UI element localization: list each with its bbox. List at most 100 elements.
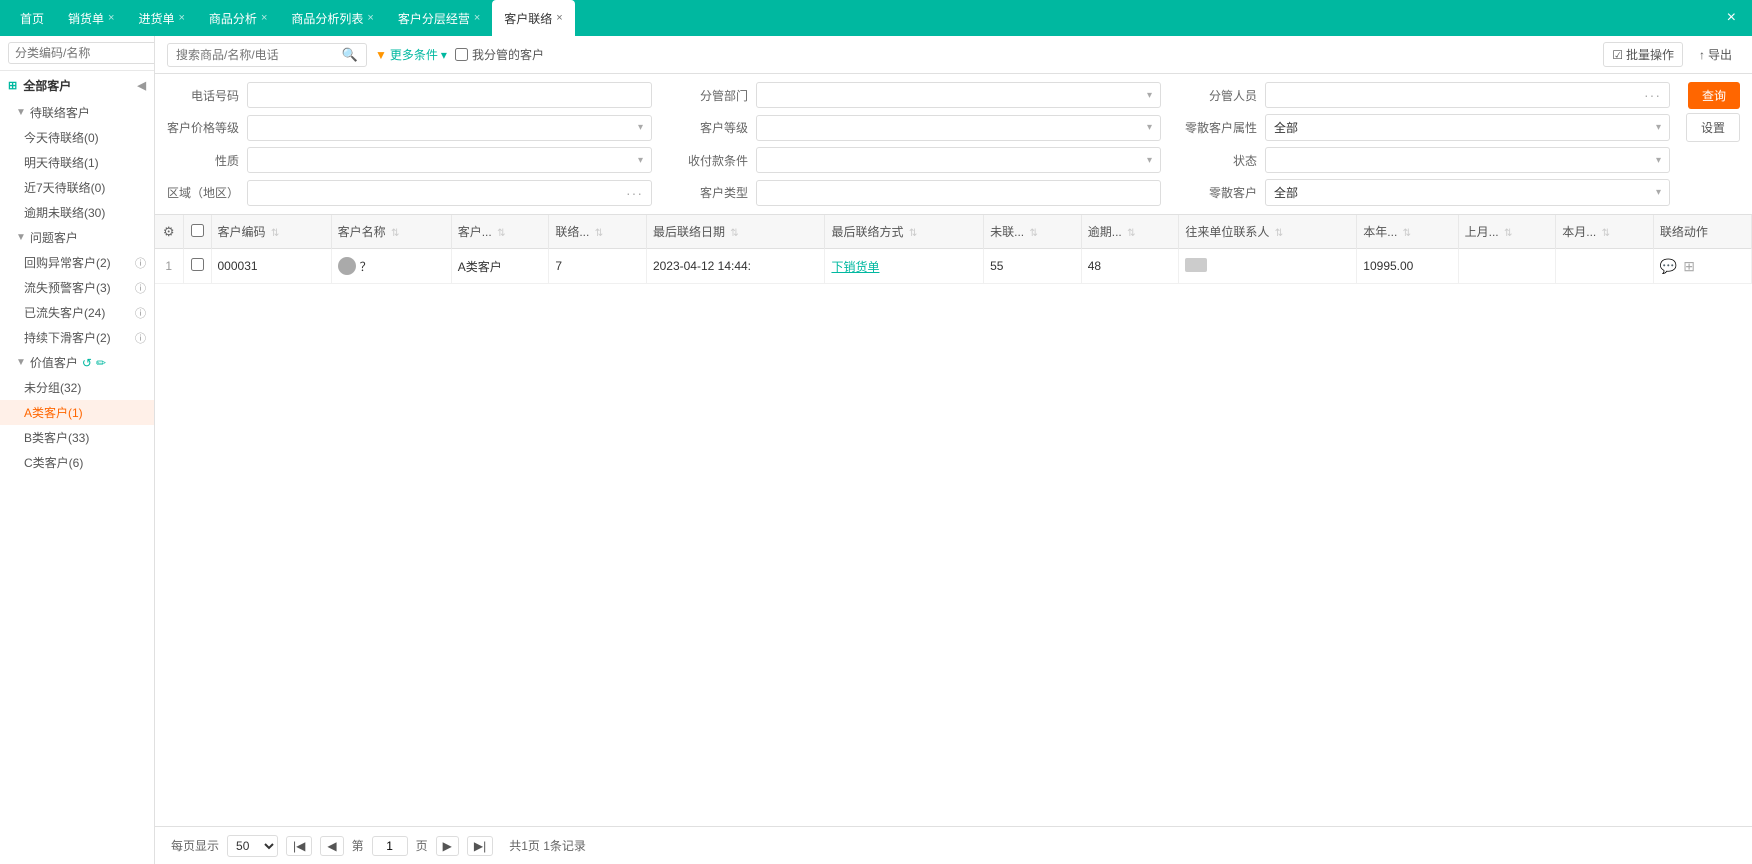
next-page-button[interactable]: ▶: [436, 836, 459, 856]
sort-icon-year[interactable]: ⇅: [1403, 228, 1411, 239]
customer-type-input[interactable]: [756, 180, 1161, 206]
nature-select[interactable]: ▾: [247, 147, 652, 173]
sidebar-collapse-btn[interactable]: ◀: [138, 79, 146, 92]
nav-product-analysis-close[interactable]: ×: [261, 12, 267, 24]
sidebar-item-churned[interactable]: 已流失客户(24) ⓘ: [0, 300, 154, 325]
filter-cell-customer-level: 客户等级 ▾: [676, 115, 1161, 141]
sort-icon-no-contact[interactable]: ⇅: [1029, 228, 1037, 239]
nav-customer-contact[interactable]: 客户联络 ×: [492, 0, 574, 36]
sort-icon-method[interactable]: ⇅: [909, 228, 917, 239]
sort-icon-person[interactable]: ⇅: [1275, 228, 1283, 239]
settings-button[interactable]: 设置: [1686, 113, 1740, 142]
filter-grid: 电话号码 分管部门 ▾ 分管人员: [167, 82, 1670, 206]
edit-group-icon[interactable]: ✏: [96, 356, 106, 370]
th-last-contact-method: 最后联络方式 ⇅: [825, 215, 984, 249]
th-no-contact: 未联... ⇅: [984, 215, 1082, 249]
sidebar-item-unclassified[interactable]: 未分组(32): [0, 375, 154, 400]
filter-cell-price-level: 客户价格等级 ▾: [167, 115, 652, 141]
row-select-checkbox[interactable]: [191, 258, 204, 271]
ellipsis-icon: ···: [1644, 87, 1661, 103]
status-select[interactable]: ▾: [1265, 147, 1670, 173]
page-input[interactable]: [372, 836, 408, 856]
filter-cell-retail-attr: 零散客户属性 全部 ▾: [1185, 114, 1670, 141]
search-icon[interactable]: 🔍: [342, 47, 358, 63]
last-contact-link[interactable]: 下销货单: [831, 260, 879, 274]
sort-icon-overdue[interactable]: ⇅: [1127, 228, 1135, 239]
qr-icon[interactable]: ⊞: [1683, 258, 1695, 275]
advanced-filter: 电话号码 分管部门 ▾ 分管人员: [155, 74, 1752, 215]
sort-icon-last-month[interactable]: ⇅: [1504, 228, 1512, 239]
th-this-month: 本月... ⇅: [1556, 215, 1654, 249]
nav-customer-contact-close[interactable]: ×: [556, 12, 562, 24]
sidebar-item-c-class[interactable]: C类客户(6): [0, 450, 154, 475]
sidebar: 🔍 ⊞ 全部客户 ◀ ▼ 待联络客户 今天待联络(0) 明天待联络(1) 近7天…: [0, 36, 155, 864]
retail-select[interactable]: 全部 ▾: [1265, 179, 1670, 206]
filter-row-1: 电话号码 分管部门 ▾ 分管人员: [167, 82, 1670, 108]
export-button[interactable]: ↑ 导出: [1691, 43, 1740, 66]
sidebar-item-today-contact[interactable]: 今天待联络(0): [0, 125, 154, 150]
close-all-tabs[interactable]: ×: [1719, 5, 1744, 31]
my-customer-checkbox[interactable]: [455, 48, 468, 61]
sort-icon-date[interactable]: ⇅: [730, 228, 738, 239]
nav-purchase-order-close[interactable]: ×: [178, 12, 184, 24]
sidebar-item-overdue-contact[interactable]: 逾期未联络(30): [0, 200, 154, 225]
sidebar-all-customers[interactable]: ⊞ 全部客户 ◀: [0, 71, 154, 100]
refresh-icon[interactable]: ↺: [82, 356, 92, 370]
sidebar-group-problem[interactable]: ▼ 问题客户: [0, 225, 154, 250]
first-page-button[interactable]: |◀: [286, 836, 312, 856]
nav-product-analysis-list-close[interactable]: ×: [367, 12, 373, 24]
batch-op-button[interactable]: ☑ 批量操作: [1603, 42, 1683, 67]
sidebar-item-a-class[interactable]: A类客户(1): [0, 400, 154, 425]
customer-level-select[interactable]: ▾: [756, 115, 1161, 141]
per-page-select[interactable]: 50 100 200: [227, 835, 278, 857]
nav-customer-tier[interactable]: 客户分层经营 ×: [386, 0, 492, 36]
sidebar-item-declining[interactable]: 持续下滑客户(2) ⓘ: [0, 325, 154, 350]
prev-page-button[interactable]: ◀: [320, 836, 343, 856]
th-action: 联络动作: [1653, 215, 1751, 249]
payment-select[interactable]: ▾: [756, 147, 1161, 173]
grid-icon: ⊞: [8, 79, 17, 92]
no-contact-days: 55: [984, 249, 1082, 284]
this-month-amount: [1556, 249, 1654, 284]
price-level-select[interactable]: ▾: [247, 115, 652, 141]
query-button[interactable]: 查询: [1688, 82, 1740, 109]
chevron-down-icon-retail: ▾: [1656, 122, 1661, 133]
sidebar-item-b-class[interactable]: B类客户(33): [0, 425, 154, 450]
search-input[interactable]: [176, 48, 342, 62]
nav-product-analysis[interactable]: 商品分析 ×: [197, 0, 279, 36]
sort-icon-code[interactable]: ⇅: [271, 228, 279, 239]
phone-input[interactable]: [247, 82, 652, 108]
sidebar-group-value[interactable]: ▼ 价值客户 ↺ ✏: [0, 350, 154, 375]
nav-sales-order-close[interactable]: ×: [108, 12, 114, 24]
nav-purchase-order[interactable]: 进货单 ×: [126, 0, 196, 36]
export-icon: ↑: [1699, 48, 1705, 62]
message-icon[interactable]: 💬: [1660, 258, 1677, 275]
sort-icon-name[interactable]: ⇅: [391, 228, 399, 239]
more-filter-button[interactable]: ▼ 更多条件 ▾: [375, 46, 447, 63]
nav-home[interactable]: 首页: [8, 0, 56, 36]
sidebar-group-pending[interactable]: ▼ 待联络客户: [0, 100, 154, 125]
person-input[interactable]: ···: [1265, 82, 1670, 108]
sidebar-search-input[interactable]: [8, 42, 155, 64]
nav-customer-tier-close[interactable]: ×: [474, 12, 480, 24]
retail-attr-select[interactable]: 全部 ▾: [1265, 114, 1670, 141]
dept-select[interactable]: ▾: [756, 82, 1161, 108]
sidebar-item-7day-contact[interactable]: 近7天待联络(0): [0, 175, 154, 200]
sort-icon-contact[interactable]: ⇅: [595, 228, 603, 239]
nav-sales-order[interactable]: 销货单 ×: [56, 0, 126, 36]
chevron-down-icon-nature: ▾: [638, 155, 643, 166]
sidebar-item-tomorrow-contact[interactable]: 明天待联络(1): [0, 150, 154, 175]
sidebar-item-repurchase-abnormal[interactable]: 回购异常客户(2) ⓘ: [0, 250, 154, 275]
sort-icon-this-month[interactable]: ⇅: [1602, 228, 1610, 239]
select-all-checkbox[interactable]: [191, 224, 204, 237]
filter-row-3: 性质 ▾ 收付款条件 ▾: [167, 147, 1670, 173]
table-settings-icon[interactable]: ⚙: [163, 224, 175, 239]
sort-icon-level[interactable]: ⇅: [497, 228, 505, 239]
th-settings[interactable]: ⚙: [155, 215, 183, 249]
region-input[interactable]: ···: [247, 180, 652, 206]
nav-product-analysis-list[interactable]: 商品分析列表 ×: [279, 0, 385, 36]
last-contact-date: 2023-04-12 14:44:: [646, 249, 825, 284]
sidebar-item-churn-warning[interactable]: 流失预警客户(3) ⓘ: [0, 275, 154, 300]
last-page-button[interactable]: ▶|: [467, 836, 493, 856]
my-customer-filter: 我分管的客户: [455, 46, 544, 63]
